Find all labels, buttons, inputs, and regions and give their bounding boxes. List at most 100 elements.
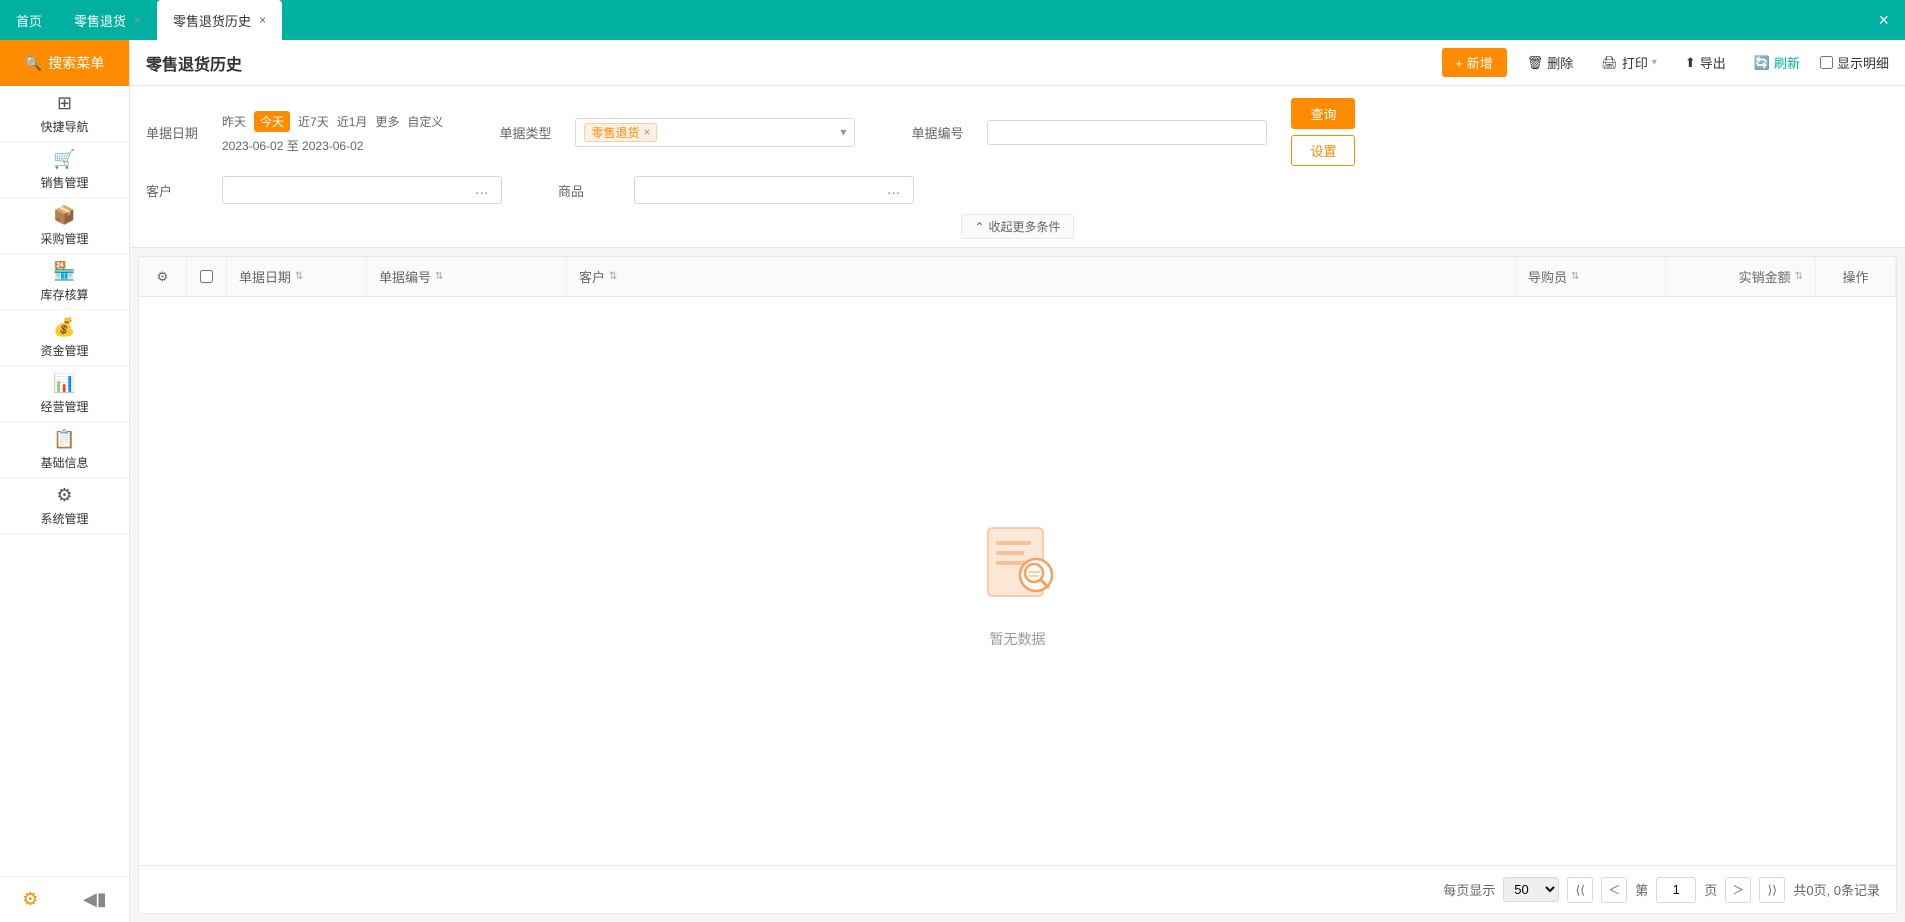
goods-filter-wrapper: ... <box>634 176 914 204</box>
show-detail-checkbox-label[interactable]: 显示明细 <box>1820 53 1889 72</box>
shortcut-yesterday[interactable]: 昨天 <box>222 113 246 130</box>
sidebar-item-operations[interactable]: 📊 经营管理 <box>0 366 129 422</box>
operations-label: 经营管理 <box>40 398 88 415</box>
toolbar: + 新增 🗑 删除 🖨 打印 ▾ ⬆ 导出 🔄 刷新 <box>1442 48 1889 77</box>
type-select-chevron-icon: ▾ <box>840 125 846 139</box>
th-guide[interactable]: 导购员 ⇅ <box>1516 257 1666 296</box>
print-chevron-icon: ▾ <box>1652 57 1657 68</box>
print-button[interactable]: 🖨 打印 ▾ <box>1593 49 1665 76</box>
purchase-label: 采购管理 <box>40 230 88 247</box>
sidebar-item-system[interactable]: ⚙ 系统管理 <box>0 478 129 534</box>
th-action-label: 操作 <box>1842 267 1868 286</box>
th-amount[interactable]: 实销金额 ⇅ <box>1666 257 1816 296</box>
shortcut-today[interactable]: 今天 <box>254 111 290 132</box>
first-page-button[interactable]: ⟨⟨ <box>1567 877 1593 903</box>
shortcut-1month[interactable]: 近1月 <box>337 113 368 130</box>
filter-row-2: 客户 ... 商品 ... <box>146 176 1889 204</box>
sidebar-item-inventory[interactable]: 🏪 库存核算 <box>0 254 129 310</box>
prev-page-button[interactable]: ＜ <box>1601 877 1627 903</box>
basic-info-label: 基础信息 <box>40 454 88 471</box>
select-all-checkbox[interactable] <box>200 270 213 283</box>
th-voucher-sort-icon: ⇅ <box>435 271 443 282</box>
export-button[interactable]: ⬆ 导出 <box>1677 49 1734 76</box>
page-number-input[interactable] <box>1656 877 1696 903</box>
shortcut-7days[interactable]: 近7天 <box>298 113 329 130</box>
th-date-sort-icon: ⇅ <box>295 271 303 282</box>
th-customer[interactable]: 客户 ⇅ <box>567 257 1516 296</box>
tab-bar: + 新增 首页 零售退货 × 零售退货历史 × × <box>0 0 1905 40</box>
th-amount-label: 实销金额 <box>1739 267 1791 286</box>
tab-retail-return-history[interactable]: 零售退货历史 × <box>157 0 282 40</box>
customer-filter-input[interactable] <box>231 183 471 198</box>
shortcut-more[interactable]: 更多 <box>375 113 399 130</box>
voucher-filter-label: 单据编号 <box>911 123 971 142</box>
operations-icon: 📊 <box>53 373 75 394</box>
last-page-button[interactable]: ⟩⟩ <box>1759 877 1785 903</box>
page-size-label: 每页显示 <box>1443 880 1495 899</box>
sidebar: 🔍 搜索菜单 ⊞ 快捷导航 🛒 销售管理 📦 采购管理 🏪 库存核算 💰 资金管… <box>0 40 130 922</box>
page-title: 零售退货历史 <box>146 51 1442 75</box>
page-jump-label: 第 <box>1635 880 1648 899</box>
sidebar-settings-icon[interactable]: ⚙ <box>22 889 38 910</box>
purchase-icon: 📦 <box>53 205 75 226</box>
collapse-row: ⌃ 收起更多条件 <box>146 214 1889 239</box>
empty-state-text: 暂无数据 <box>990 629 1046 649</box>
voucher-filter-input[interactable] <box>987 120 1267 145</box>
filter-settings-button[interactable]: 设置 <box>1291 135 1355 166</box>
search-icon: 🔍 <box>25 55 42 72</box>
window-close-button[interactable]: × <box>1878 10 1889 31</box>
add-button[interactable]: + 新增 <box>1442 48 1507 77</box>
sidebar-item-basic-info[interactable]: 📋 基础信息 <box>0 422 129 478</box>
date-shortcuts: 昨天 今天 近7天 近1月 更多 自定义 <box>222 111 443 132</box>
goods-filter-label: 商品 <box>558 181 618 200</box>
show-detail-checkbox[interactable] <box>1820 56 1833 69</box>
date-range-display: 2023-06-02 至 2023-06-02 <box>222 137 443 154</box>
sidebar-audio-icon[interactable]: ◀▮ <box>83 889 107 910</box>
pagination: 每页显示 20 50 100 ⟨⟨ ＜ 第 页 ＞ ⟩⟩ 共0页, 0条记录 <box>139 865 1896 913</box>
sidebar-item-quick-nav[interactable]: ⊞ 快捷导航 <box>0 86 129 142</box>
type-tag-remove[interactable]: × <box>643 125 650 139</box>
customer-filter-wrapper: ... <box>222 176 502 204</box>
next-page-button[interactable]: ＞ <box>1725 877 1751 903</box>
th-date[interactable]: 单据日期 ⇅ <box>227 257 367 296</box>
tab-home[interactable]: + 新增 首页 <box>0 0 58 40</box>
th-settings[interactable]: ⚙ <box>139 257 187 296</box>
type-filter-select[interactable]: 零售退货 × ▾ <box>575 118 855 147</box>
delete-button[interactable]: 🗑 删除 <box>1519 49 1582 76</box>
shortcut-custom[interactable]: 自定义 <box>407 113 443 130</box>
th-action: 操作 <box>1816 257 1896 296</box>
sidebar-item-purchase[interactable]: 📦 采购管理 <box>0 198 129 254</box>
customer-dots-button[interactable]: ... <box>471 181 492 199</box>
tab-retail-return[interactable]: 零售退货 × <box>58 0 157 40</box>
th-customer-sort-icon: ⇅ <box>609 271 617 282</box>
table-container: ⚙ 单据日期 ⇅ 单据编号 ⇅ 客户 ⇅ 导购员 <box>138 256 1897 914</box>
system-icon: ⚙ <box>56 485 72 506</box>
th-checkbox[interactable] <box>187 257 227 296</box>
print-icon: 🖨 <box>1601 55 1618 71</box>
collapse-icon: ⌃ <box>974 220 984 234</box>
finance-icon: 💰 <box>53 317 75 338</box>
sales-label: 销售管理 <box>40 174 88 191</box>
collapse-filter-button[interactable]: ⌃ 收起更多条件 <box>961 214 1073 239</box>
type-tag: 零售退货 × <box>584 123 657 142</box>
sidebar-item-sales[interactable]: 🛒 销售管理 <box>0 142 129 198</box>
tab-close-history[interactable]: × <box>259 13 266 27</box>
filter-row-1: 单据日期 昨天 今天 近7天 近1月 更多 自定义 2023-06-02 至 2… <box>146 98 1889 166</box>
sidebar-item-finance[interactable]: 💰 资金管理 <box>0 310 129 366</box>
search-menu-label: 搜索菜单 <box>48 53 104 73</box>
content-area: 零售退货历史 + 新增 🗑 删除 🖨 打印 ▾ ⬆ 导出 🔄 <box>130 40 1905 922</box>
page-size-select[interactable]: 20 50 100 <box>1503 877 1559 902</box>
system-label: 系统管理 <box>40 510 88 527</box>
sales-icon: 🛒 <box>53 149 75 170</box>
goods-dots-button[interactable]: ... <box>883 181 904 199</box>
query-button[interactable]: 查询 <box>1291 98 1355 129</box>
quick-nav-icon: ⊞ <box>57 93 72 114</box>
empty-state: 暂无数据 <box>139 297 1896 865</box>
main-layout: 🔍 搜索菜单 ⊞ 快捷导航 🛒 销售管理 📦 采购管理 🏪 库存核算 💰 资金管… <box>0 40 1905 922</box>
th-voucher[interactable]: 单据编号 ⇅ <box>367 257 567 296</box>
goods-filter-input[interactable] <box>643 183 883 198</box>
refresh-button[interactable]: 🔄 刷新 <box>1746 49 1808 76</box>
tab-close-retail-return[interactable]: × <box>134 13 141 27</box>
search-menu-button[interactable]: 🔍 搜索菜单 <box>0 40 129 86</box>
column-settings-icon[interactable]: ⚙ <box>157 269 169 285</box>
